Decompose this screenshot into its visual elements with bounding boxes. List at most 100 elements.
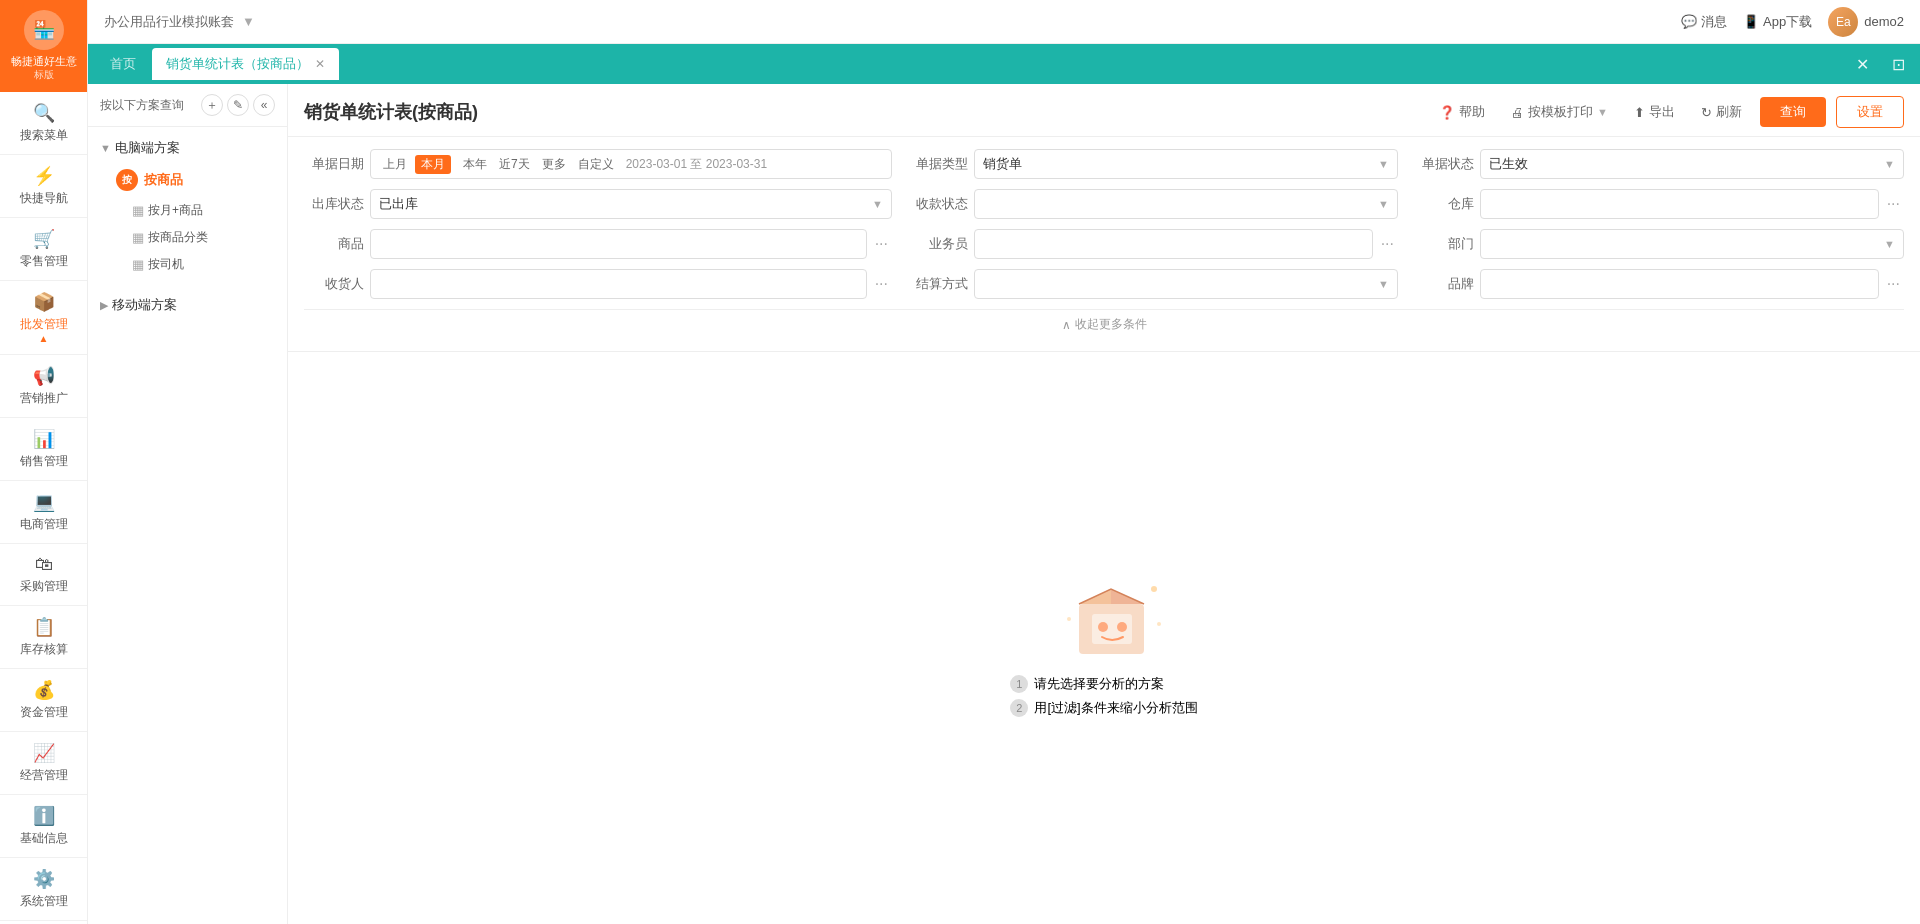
help-icon: ❓ xyxy=(1439,105,1455,120)
dept-select[interactable]: ▼ xyxy=(1480,229,1904,259)
operation-icon: 📈 xyxy=(33,742,55,764)
tab-home[interactable]: 首页 xyxy=(96,48,150,80)
tree-child-by-product-category[interactable]: ▦ 按商品分类 xyxy=(88,224,287,251)
out-status-select[interactable]: 已出库 ▼ xyxy=(370,189,892,219)
sub-icon-2: ▦ xyxy=(132,230,144,245)
messages-label: 消息 xyxy=(1701,13,1727,31)
tree-child-by-cashier[interactable]: ▦ 按司机 xyxy=(88,251,287,278)
step-1-num: 1 xyxy=(1010,675,1028,693)
collapse-bar[interactable]: ∧ 收起更多条件 xyxy=(304,309,1904,339)
sidebar-item-label: 零售管理 xyxy=(20,253,68,270)
date-label: 单据日期 xyxy=(304,155,364,173)
sidebar-item-wholesale[interactable]: 📦 批发管理 ▲ xyxy=(0,281,87,355)
sidebar-item-label: 批发管理 xyxy=(20,316,68,333)
tree-desktop-label: 电脑端方案 xyxy=(115,139,180,157)
doc-status-select[interactable]: 已生效 ▼ xyxy=(1480,149,1904,179)
tab-sales-stats[interactable]: 销货单统计表（按商品） ✕ xyxy=(152,48,339,80)
date-current-month[interactable]: 本月 xyxy=(415,155,451,174)
sidebar-item-label: 销售管理 xyxy=(20,453,68,470)
tree-desktop-parent[interactable]: ▼ 电脑端方案 xyxy=(88,133,287,163)
brand-input[interactable] xyxy=(1480,269,1879,299)
product-input[interactable] xyxy=(370,229,867,259)
date-custom[interactable]: 自定义 xyxy=(574,154,618,175)
print-template-btn[interactable]: 🖨 按模板打印 ▼ xyxy=(1503,99,1616,125)
edit-scheme-btn[interactable]: ✎ xyxy=(227,94,249,116)
tab-sales-stats-label: 销货单统计表（按商品） xyxy=(166,55,309,73)
date-this-year[interactable]: 本年 xyxy=(459,154,491,175)
filter-row-4: 收货人 ··· 结算方式 ▼ 品牌 xyxy=(304,269,1904,299)
collapse-panel-btn[interactable]: « xyxy=(253,94,275,116)
tab-close-window-btn[interactable]: ✕ xyxy=(1848,50,1876,78)
svg-point-6 xyxy=(1157,622,1161,626)
refresh-btn[interactable]: ↻ 刷新 xyxy=(1693,99,1750,125)
user-menu[interactable]: Ea demo2 xyxy=(1828,7,1904,37)
sub-icon-3: ▦ xyxy=(132,257,144,272)
sidebar-item-inventory[interactable]: 📋 库存核算 xyxy=(0,606,87,669)
tree-child-by-product[interactable]: 按 按商品 xyxy=(88,163,287,197)
product-dots-btn[interactable]: ··· xyxy=(871,235,892,253)
sidebar-item-sales[interactable]: 📊 销售管理 xyxy=(0,418,87,481)
sidebar-item-search[interactable]: 🔍 搜索菜单 xyxy=(0,92,87,155)
tab-close-btn[interactable]: ✕ xyxy=(315,57,325,71)
filter-row-1: 单据日期 上月 本月 本年 近7天 更多 自定义 2023-03-01 至 20… xyxy=(304,149,1904,179)
sidebar-item-purchase[interactable]: 🛍 采购管理 xyxy=(0,544,87,606)
empty-state: 1 请先选择要分析的方案 2 用[过滤]条件来缩小分析范围 xyxy=(288,352,1920,924)
sub-label-1: 按月+商品 xyxy=(148,202,203,219)
add-scheme-btn[interactable]: ＋ xyxy=(201,94,223,116)
print-label: 按模板打印 xyxy=(1528,103,1593,121)
tree-child-by-month-product[interactable]: ▦ 按月+商品 xyxy=(88,197,287,224)
username: demo2 xyxy=(1864,14,1904,29)
doc-type-select[interactable]: 销货单 ▼ xyxy=(974,149,1398,179)
brand-dots-btn[interactable]: ··· xyxy=(1883,275,1904,293)
empty-step-1-text: 请先选择要分析的方案 xyxy=(1034,675,1164,693)
tree-section-desktop: ▼ 电脑端方案 按 按商品 ▦ 按月+商品 ▦ 按商品分类 ▦ 按司机 xyxy=(88,127,287,284)
sidebar-item-label: 营销推广 xyxy=(20,390,68,407)
page-actions: ❓ 帮助 🖨 按模板打印 ▼ ⬆ 导出 ↻ 刷新 xyxy=(1431,96,1904,128)
sidebar-item-finance[interactable]: 💰 资金管理 xyxy=(0,669,87,732)
settle-select[interactable]: ▼ xyxy=(974,269,1398,299)
messages-btn[interactable]: 💬 消息 xyxy=(1681,13,1727,31)
warehouse-dots-btn[interactable]: ··· xyxy=(1883,195,1904,213)
export-btn[interactable]: ⬆ 导出 xyxy=(1626,99,1683,125)
date-last-month[interactable]: 上月 xyxy=(379,154,411,175)
out-status-label: 出库状态 xyxy=(304,195,364,213)
sidebar-item-operation[interactable]: 📈 经营管理 xyxy=(0,732,87,795)
receiver-dots-btn[interactable]: ··· xyxy=(871,275,892,293)
dropdown-arrow[interactable]: ▼ xyxy=(242,14,255,29)
warehouse-label: 仓库 xyxy=(1414,195,1474,213)
doc-type-arrow: ▼ xyxy=(1378,158,1389,170)
app-download-btn[interactable]: 📱 App下载 xyxy=(1743,13,1812,31)
sidebar-item-system[interactable]: ⚙️ 系统管理 xyxy=(0,858,87,921)
help-btn[interactable]: ❓ 帮助 xyxy=(1431,99,1493,125)
brand-label: 品牌 xyxy=(1414,275,1474,293)
query-btn[interactable]: 查询 xyxy=(1760,97,1826,127)
export-icon: ⬆ xyxy=(1634,105,1645,120)
tab-maximize-btn[interactable]: ⊡ xyxy=(1884,50,1912,78)
sidebar-item-label: 基础信息 xyxy=(20,830,68,847)
warehouse-input[interactable] xyxy=(1480,189,1879,219)
sidebar-item-quick[interactable]: ⚡ 快捷导航 xyxy=(0,155,87,218)
salesperson-input[interactable] xyxy=(974,229,1373,259)
empty-steps: 1 请先选择要分析的方案 2 用[过滤]条件来缩小分析范围 xyxy=(1010,675,1197,717)
settings-btn[interactable]: 设置 xyxy=(1836,96,1904,128)
sidebar-item-marketing[interactable]: 📢 营销推广 xyxy=(0,355,87,418)
date-more[interactable]: 更多 xyxy=(538,154,570,175)
salesperson-dots-btn[interactable]: ··· xyxy=(1377,235,1398,253)
by-product-icon: 按 xyxy=(116,169,138,191)
sidebar-item-retail[interactable]: 🛒 零售管理 xyxy=(0,218,87,281)
tab-home-label: 首页 xyxy=(110,55,136,73)
empty-step-1: 1 请先选择要分析的方案 xyxy=(1010,675,1197,693)
receive-status-select[interactable]: ▼ xyxy=(974,189,1398,219)
doc-type-label: 单据类型 xyxy=(908,155,968,173)
settle-label: 结算方式 xyxy=(908,275,968,293)
date-7days[interactable]: 近7天 xyxy=(495,154,534,175)
svg-point-5 xyxy=(1067,617,1071,621)
tree-mobile-parent[interactable]: ▶ 移动端方案 xyxy=(88,290,287,320)
tree-section-mobile: ▶ 移动端方案 xyxy=(88,284,287,326)
left-panel-header-actions: ＋ ✎ « xyxy=(201,94,275,116)
sidebar-item-basic[interactable]: ℹ️ 基础信息 xyxy=(0,795,87,858)
sidebar-item-label: 电商管理 xyxy=(20,516,68,533)
receiver-input[interactable] xyxy=(370,269,867,299)
tab-bar: 首页 销货单统计表（按商品） ✕ ✕ ⊡ xyxy=(88,44,1920,84)
sidebar-item-ecommerce[interactable]: 💻 电商管理 xyxy=(0,481,87,544)
